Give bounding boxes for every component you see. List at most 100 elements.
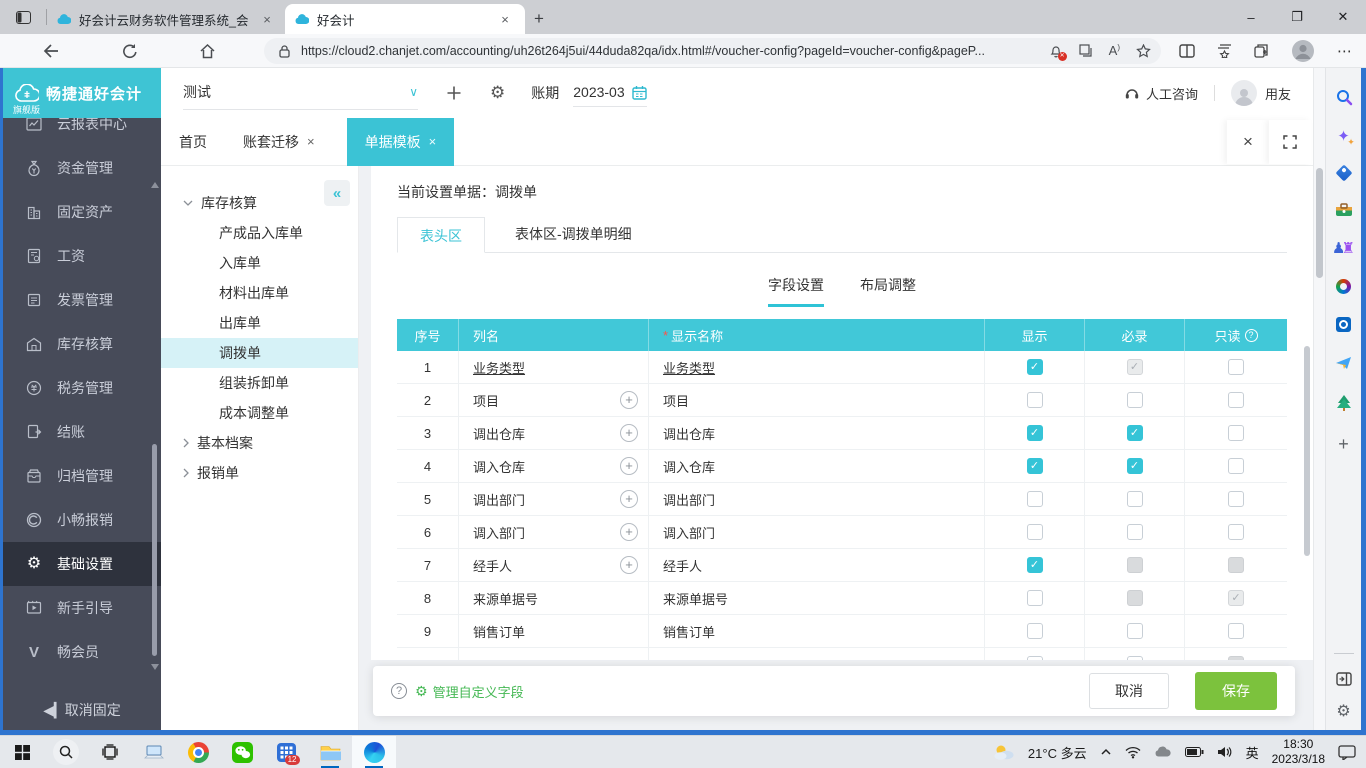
readonly-checkbox[interactable] bbox=[1228, 557, 1244, 573]
refresh-icon[interactable] bbox=[121, 43, 137, 59]
manage-custom-fields-link[interactable]: 管理自定义字段 bbox=[433, 682, 524, 701]
minimize-button[interactable]: – bbox=[1228, 0, 1274, 34]
close-tab-icon[interactable]: × bbox=[497, 12, 513, 27]
add-field-icon[interactable]: + bbox=[620, 556, 638, 574]
tools-icon[interactable] bbox=[1335, 202, 1353, 218]
hidden-icons-chevron[interactable] bbox=[1100, 748, 1112, 756]
close-tab-icon[interactable]: × bbox=[307, 134, 315, 149]
clock[interactable]: 18:302023/3/18 bbox=[1272, 737, 1325, 767]
required-checkbox[interactable] bbox=[1127, 491, 1143, 507]
browser-tab-1[interactable]: 好会计云财务软件管理系统_会计 × bbox=[47, 4, 285, 34]
required-checkbox[interactable] bbox=[1127, 623, 1143, 639]
copilot-icon[interactable]: ✦✦ bbox=[1337, 129, 1350, 144]
tab-voucher-template[interactable]: 单据模板 × bbox=[347, 118, 455, 166]
display-checkbox[interactable] bbox=[1027, 656, 1043, 660]
browser-menu-icon[interactable]: ⋯ bbox=[1337, 42, 1352, 60]
outlook-icon[interactable] bbox=[1336, 317, 1351, 332]
tab-home[interactable]: 首页 bbox=[161, 118, 225, 166]
tree-item[interactable]: 出库单 bbox=[161, 308, 358, 338]
user-avatar[interactable] bbox=[1231, 80, 1257, 106]
edge-icon[interactable] bbox=[352, 736, 396, 768]
fullscreen-icon[interactable] bbox=[1269, 120, 1311, 164]
collapse-panel-button[interactable]: « bbox=[324, 180, 350, 206]
sidebar-item-4[interactable]: 发票管理 bbox=[3, 278, 161, 322]
settings-gear-icon[interactable]: ⚙ bbox=[490, 83, 505, 103]
save-button[interactable]: 保存 bbox=[1195, 672, 1277, 710]
tree-item[interactable]: 材料出库单 bbox=[161, 278, 358, 308]
close-button[interactable]: ✕ bbox=[1320, 0, 1366, 34]
notifications-blocked-icon[interactable]: ✕ bbox=[1049, 44, 1063, 58]
readonly-checkbox[interactable] bbox=[1228, 491, 1244, 507]
start-button[interactable] bbox=[0, 736, 44, 768]
scroll-down-icon[interactable] bbox=[151, 664, 159, 670]
add-field-icon[interactable]: + bbox=[620, 490, 638, 508]
display-checkbox[interactable] bbox=[1027, 524, 1043, 540]
wifi-icon[interactable] bbox=[1125, 746, 1141, 759]
split-window-icon[interactable] bbox=[1079, 44, 1093, 58]
sidebar-item-0[interactable]: 云报表中心 bbox=[3, 118, 161, 146]
microsoft365-icon[interactable] bbox=[1336, 279, 1351, 294]
add-field-icon[interactable]: + bbox=[620, 391, 638, 409]
tree-item[interactable]: 产成品入库单 bbox=[161, 218, 358, 248]
tab-field-settings[interactable]: 字段设置 bbox=[768, 275, 824, 307]
display-checkbox[interactable]: ✓ bbox=[1027, 425, 1043, 441]
app-grid-icon[interactable]: 12 bbox=[264, 736, 308, 768]
sidebar-item-12[interactable]: V畅会员 bbox=[3, 630, 161, 670]
page-scroll-thumb[interactable] bbox=[1316, 168, 1323, 278]
remote-desktop-app-icon[interactable] bbox=[132, 736, 176, 768]
profile-avatar[interactable] bbox=[1291, 39, 1315, 63]
period-picker[interactable]: 2023-03 bbox=[573, 84, 646, 107]
required-checkbox[interactable] bbox=[1127, 557, 1143, 573]
battery-icon[interactable] bbox=[1185, 747, 1204, 757]
required-checkbox[interactable]: ✓ bbox=[1127, 458, 1143, 474]
taskbar-search-button[interactable] bbox=[44, 736, 88, 768]
sidebar-item-10[interactable]: ⚙基础设置 bbox=[3, 542, 161, 586]
readonly-checkbox[interactable] bbox=[1228, 623, 1244, 639]
help-icon[interactable]: ? bbox=[1245, 329, 1258, 342]
weather-icon[interactable] bbox=[993, 743, 1015, 761]
onedrive-cloud-icon[interactable] bbox=[1154, 746, 1172, 758]
tab-account-migration[interactable]: 账套迁移 × bbox=[225, 118, 333, 166]
close-all-icon[interactable]: × bbox=[1227, 120, 1269, 164]
new-tab-button[interactable]: + bbox=[525, 5, 553, 33]
close-tab-icon[interactable]: × bbox=[429, 134, 437, 149]
shopping-icon[interactable] bbox=[1338, 167, 1350, 179]
sidebar-item-6[interactable]: 税务管理 bbox=[3, 366, 161, 410]
address-bar[interactable]: https://cloud2.chanjet.com/accounting/uh… bbox=[264, 38, 1161, 64]
tree-group[interactable]: 基本档案 bbox=[161, 428, 358, 458]
display-checkbox[interactable] bbox=[1027, 392, 1043, 408]
sidebar-item-11[interactable]: 新手引导 bbox=[3, 586, 161, 630]
scroll-thumb[interactable] bbox=[152, 444, 157, 656]
weather-text[interactable]: 21°C 多云 bbox=[1028, 743, 1087, 762]
close-tab-icon[interactable]: × bbox=[259, 12, 275, 27]
display-checkbox[interactable]: ✓ bbox=[1027, 359, 1043, 375]
readonly-checkbox[interactable] bbox=[1228, 524, 1244, 540]
display-checkbox[interactable]: ✓ bbox=[1027, 557, 1043, 573]
tab-body-region[interactable]: 表体区-调拨单明细 bbox=[505, 216, 642, 252]
sidebar-item-3[interactable]: 工资 bbox=[3, 234, 161, 278]
read-aloud-icon[interactable]: A) bbox=[1109, 43, 1120, 58]
input-language-indicator[interactable]: 英 bbox=[1246, 743, 1259, 762]
required-checkbox[interactable] bbox=[1127, 590, 1143, 606]
sidebar-panel-icon[interactable] bbox=[1336, 672, 1352, 686]
home-icon[interactable] bbox=[199, 43, 216, 59]
tab-actions-icon[interactable] bbox=[0, 0, 46, 34]
add-sidebar-item-icon[interactable]: + bbox=[1338, 435, 1349, 453]
readonly-checkbox[interactable] bbox=[1228, 359, 1244, 375]
browser-tab-2-active[interactable]: 好会计 × bbox=[285, 4, 525, 34]
tree-item[interactable]: 组装拆卸单 bbox=[161, 368, 358, 398]
required-checkbox[interactable] bbox=[1127, 656, 1143, 660]
unpin-sidebar-button[interactable]: ◀▎取消固定 bbox=[3, 700, 161, 720]
add-account-icon[interactable] bbox=[446, 85, 462, 101]
sidebar-item-5[interactable]: 库存核算 bbox=[3, 322, 161, 366]
cancel-button[interactable]: 取消 bbox=[1089, 673, 1169, 709]
send-icon[interactable] bbox=[1335, 355, 1353, 371]
required-checkbox[interactable]: ✓ bbox=[1127, 359, 1143, 375]
readonly-checkbox[interactable] bbox=[1228, 392, 1244, 408]
add-field-icon[interactable]: + bbox=[620, 523, 638, 541]
sidebar-item-2[interactable]: 固定资产 bbox=[3, 190, 161, 234]
display-checkbox[interactable] bbox=[1027, 590, 1043, 606]
tab-layout-adjust[interactable]: 布局调整 bbox=[860, 275, 916, 307]
display-checkbox[interactable] bbox=[1027, 623, 1043, 639]
tree-item[interactable]: 成本调整单 bbox=[161, 398, 358, 428]
